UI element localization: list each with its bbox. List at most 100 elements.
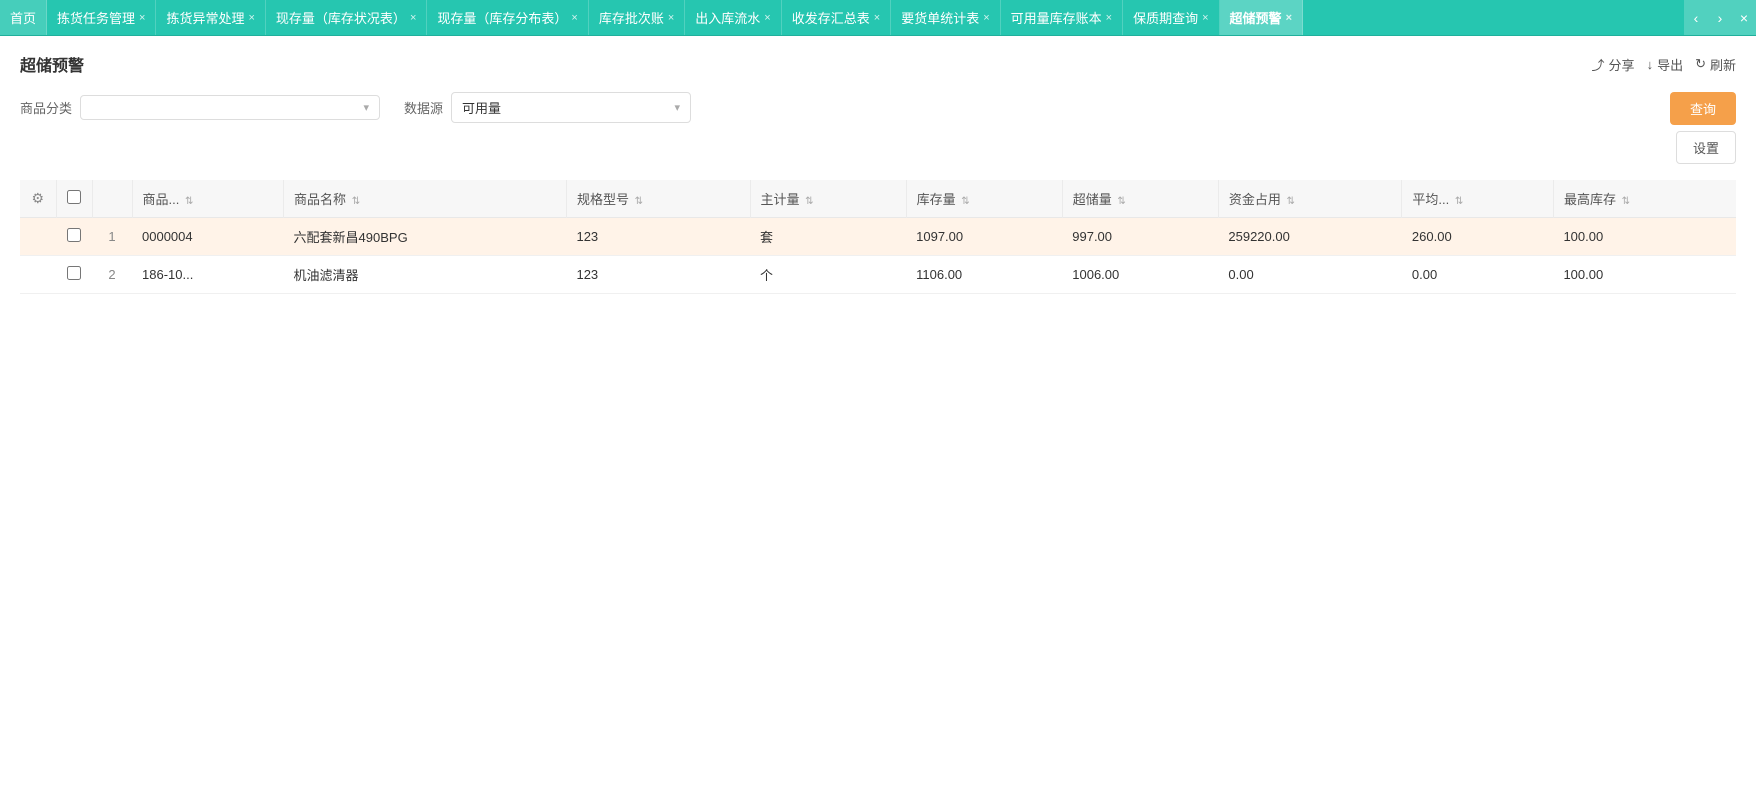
nav-item-task[interactable]: 拣货任务管理 × [47, 0, 156, 35]
nav-item-summary[interactable]: 收发存汇总表 × [782, 0, 891, 35]
sort-icon-capital: ⇅ [1287, 196, 1295, 207]
row-gear-cell [20, 256, 56, 294]
nav-close-available[interactable]: × [1106, 12, 1112, 24]
col-header-overstock[interactable]: 超储量 ⇅ [1062, 180, 1218, 218]
row-spec: 123 [566, 218, 750, 256]
nav-close-exception[interactable]: × [248, 12, 254, 24]
datasource-select[interactable]: 可用量 ▾ [451, 92, 691, 123]
refresh-icon: ↻ [1695, 56, 1706, 72]
col-header-stock[interactable]: 库存量 ⇅ [906, 180, 1062, 218]
settings-button[interactable]: 设置 [1676, 131, 1736, 164]
category-select[interactable]: ▾ [80, 95, 380, 120]
nav-prev-button[interactable]: ‹ [1684, 0, 1708, 36]
row-max-stock: 100.00 [1553, 218, 1736, 256]
nav-close-stock-dist[interactable]: × [571, 12, 577, 24]
nav-close-stock-status[interactable]: × [410, 12, 416, 24]
nav-arrows: ‹ › × [1684, 0, 1756, 36]
gear-icon[interactable]: ⚙ [31, 190, 44, 207]
nav-close-expiry[interactable]: × [1202, 12, 1208, 24]
nav-close-all-button[interactable]: × [1732, 0, 1756, 36]
page-content: 超储预警 ⤴ 分享 ↓ 导出 ↻ 刷新 商品分类 ▾ [0, 36, 1756, 800]
sort-icon-max-stock: ⇅ [1622, 196, 1630, 207]
datasource-value: 可用量 [462, 98, 501, 117]
row-check-cell [56, 218, 92, 256]
nav-item-stock-status[interactable]: 现存量（库存状况表） × [266, 0, 427, 35]
col-header-product-code[interactable]: 商品... ⇅ [132, 180, 284, 218]
row-stock: 1097.00 [906, 218, 1062, 256]
row-max-stock: 100.00 [1553, 256, 1736, 294]
col-header-check [56, 180, 92, 218]
export-icon: ↓ [1647, 57, 1654, 72]
query-button[interactable]: 查询 [1670, 92, 1736, 125]
nav-close-overstock[interactable]: × [1286, 12, 1292, 24]
row-stock: 1106.00 [906, 256, 1062, 294]
row-unit: 个 [750, 256, 906, 294]
sort-icon-product-code: ⇅ [185, 196, 193, 207]
col-header-index [92, 180, 132, 218]
top-nav: 首页 拣货任务管理 × 拣货异常处理 × 现存量（库存状况表） × 现存量（库存… [0, 0, 1756, 36]
nav-close-summary[interactable]: × [874, 12, 880, 24]
row-index: 1 [92, 218, 132, 256]
category-label: 商品分类 [20, 98, 72, 117]
row-unit: 套 [750, 218, 906, 256]
col-header-spec[interactable]: 规格型号 ⇅ [566, 180, 750, 218]
header-actions: ⤴ 分享 ↓ 导出 ↻ 刷新 [1592, 55, 1736, 74]
refresh-button[interactable]: ↻ 刷新 [1695, 55, 1736, 74]
row-product-name: 六配套新昌490BPG [284, 218, 567, 256]
row-capital: 259220.00 [1218, 218, 1402, 256]
col-header-max-stock[interactable]: 最高库存 ⇅ [1553, 180, 1736, 218]
row-overstock: 1006.00 [1062, 256, 1218, 294]
row-gear-cell [20, 218, 56, 256]
col-header-product-name[interactable]: 商品名称 ⇅ [284, 180, 567, 218]
nav-item-exception[interactable]: 拣货异常处理 × [156, 0, 265, 35]
nav-close-task[interactable]: × [139, 12, 145, 24]
table-header-row: ⚙ 商品... ⇅ 商品名称 ⇅ 规格型号 ⇅ [20, 180, 1736, 218]
sort-icon-overstock: ⇅ [1117, 196, 1125, 207]
nav-close-order-stats[interactable]: × [983, 12, 989, 24]
col-header-unit[interactable]: 主计量 ⇅ [750, 180, 906, 218]
datasource-chevron-icon: ▾ [675, 101, 681, 114]
category-filter: 商品分类 ▾ [20, 95, 380, 120]
row-checkbox-0[interactable] [67, 228, 81, 242]
nav-item-home[interactable]: 首页 [0, 0, 47, 35]
row-product-code: 186-10... [132, 256, 284, 294]
sort-icon-unit: ⇅ [805, 196, 813, 207]
row-overstock: 997.00 [1062, 218, 1218, 256]
export-button[interactable]: ↓ 导出 [1647, 55, 1684, 74]
row-index: 2 [92, 256, 132, 294]
table-row: 1 0000004 六配套新昌490BPG 123 套 1097.00 997.… [20, 218, 1736, 256]
nav-item-stock-dist[interactable]: 现存量（库存分布表） × [427, 0, 588, 35]
page-title: 超储预警 [20, 52, 84, 76]
datasource-label: 数据源 [404, 98, 443, 117]
nav-item-available[interactable]: 可用量库存账本 × [1001, 0, 1123, 35]
nav-close-batch[interactable]: × [668, 12, 674, 24]
nav-item-inout[interactable]: 出入库流水 × [685, 0, 781, 35]
nav-item-order-stats[interactable]: 要货单统计表 × [891, 0, 1000, 35]
row-spec: 123 [566, 256, 750, 294]
share-icon: ⤴ [1592, 55, 1605, 74]
nav-next-button[interactable]: › [1708, 0, 1732, 36]
sort-icon-avg: ⇅ [1455, 196, 1463, 207]
data-table: ⚙ 商品... ⇅ 商品名称 ⇅ 规格型号 ⇅ [20, 180, 1736, 294]
sort-icon-spec: ⇅ [635, 196, 643, 207]
nav-close-inout[interactable]: × [764, 12, 770, 24]
sort-icon-stock: ⇅ [961, 196, 969, 207]
nav-item-batch[interactable]: 库存批次账 × [589, 0, 685, 35]
row-product-name: 机油滤清器 [284, 256, 567, 294]
nav-item-expiry[interactable]: 保质期查询 × [1123, 0, 1219, 35]
row-avg: 0.00 [1402, 256, 1554, 294]
row-capital: 0.00 [1218, 256, 1402, 294]
page-header: 超储预警 ⤴ 分享 ↓ 导出 ↻ 刷新 [20, 52, 1736, 76]
col-header-capital[interactable]: 资金占用 ⇅ [1218, 180, 1402, 218]
row-avg: 260.00 [1402, 218, 1554, 256]
table-row: 2 186-10... 机油滤清器 123 个 1106.00 1006.00 … [20, 256, 1736, 294]
col-header-avg[interactable]: 平均... ⇅ [1402, 180, 1554, 218]
row-product-code: 0000004 [132, 218, 284, 256]
col-header-gear: ⚙ [20, 180, 56, 218]
share-button[interactable]: ⤴ 分享 [1592, 55, 1635, 74]
select-all-checkbox[interactable] [67, 190, 81, 204]
nav-item-overstock[interactable]: 超储预警 × [1220, 0, 1303, 35]
row-check-cell [56, 256, 92, 294]
row-checkbox-1[interactable] [67, 266, 81, 280]
category-chevron-icon: ▾ [363, 101, 369, 114]
